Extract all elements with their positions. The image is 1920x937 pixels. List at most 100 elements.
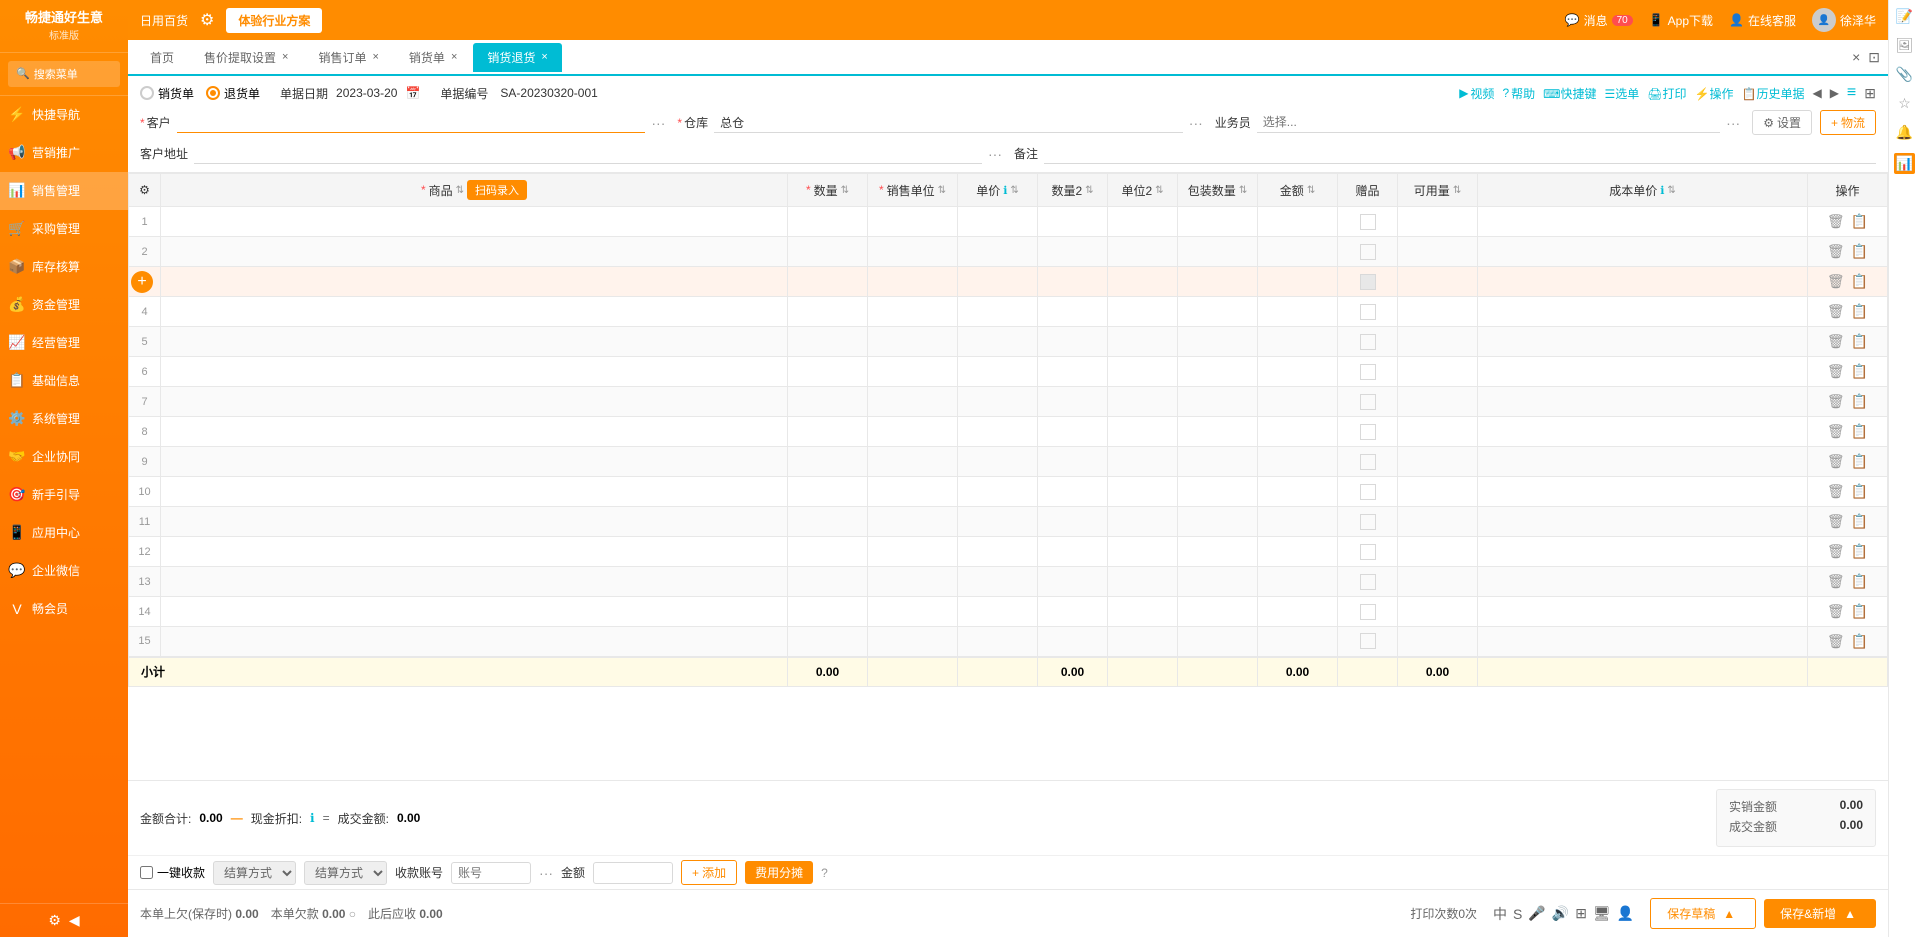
ime-icon[interactable]: 中 xyxy=(1493,904,1507,924)
product-sort-icon[interactable]: ⇅ xyxy=(456,185,464,196)
discount-info-icon[interactable]: ℹ xyxy=(310,811,315,825)
quantity2-cell[interactable] xyxy=(1038,447,1108,477)
video-link[interactable]: ▶视频 xyxy=(1459,85,1494,102)
amount-sort-icon[interactable]: ⇅ xyxy=(1307,185,1315,196)
sales-unit-cell[interactable] xyxy=(868,597,958,627)
gift-checkbox[interactable] xyxy=(1360,364,1376,380)
tab-price-setting[interactable]: 售价提取设置 × xyxy=(190,43,302,72)
salesperson-picker-icon[interactable]: ··· xyxy=(1726,115,1740,131)
product-input[interactable] xyxy=(167,274,781,289)
product-cell[interactable] xyxy=(161,387,788,417)
quantity2-cell[interactable] xyxy=(1038,207,1108,237)
sales-unit-cell[interactable] xyxy=(868,207,958,237)
quantity2-cell[interactable] xyxy=(1038,627,1108,657)
gift-checkbox[interactable] xyxy=(1360,334,1376,350)
sidebar-item-marketing[interactable]: 📢 营销推广 xyxy=(0,134,128,172)
available-cell[interactable] xyxy=(1398,327,1478,357)
save-new-button[interactable]: 保存&新增 ▲ xyxy=(1764,899,1876,928)
shortcuts-link[interactable]: ⌨快捷键 xyxy=(1543,85,1596,102)
unit2-cell[interactable] xyxy=(1108,237,1178,267)
cost-price-cell[interactable] xyxy=(1478,237,1808,267)
delete-row-button[interactable]: 🗑 xyxy=(1827,333,1845,350)
amount-cell[interactable] xyxy=(1258,417,1338,447)
sidebar-item-finance[interactable]: 💰 资金管理 xyxy=(0,286,128,324)
quantity2-sort-icon[interactable]: ⇅ xyxy=(1085,185,1093,196)
tab-price-setting-close[interactable]: × xyxy=(282,51,288,63)
sales-unit-cell[interactable] xyxy=(868,507,958,537)
amount-input[interactable] xyxy=(593,862,673,884)
quantity2-cell[interactable] xyxy=(1038,417,1108,447)
quantity-cell[interactable] xyxy=(788,207,868,237)
unit-price-cell[interactable] xyxy=(958,417,1038,447)
package-qty-cell[interactable] xyxy=(1178,297,1258,327)
sales-unit-cell[interactable] xyxy=(868,297,958,327)
gift-checkbox[interactable] xyxy=(1360,484,1376,500)
unit-price-cell[interactable] xyxy=(958,327,1038,357)
package-qty-cell[interactable] xyxy=(1178,627,1258,657)
product-cell[interactable] xyxy=(161,237,788,267)
delete-row-button[interactable]: 🗑 xyxy=(1827,273,1845,290)
save-new-chevron[interactable]: ▲ xyxy=(1840,907,1860,921)
cost-price-sort-icon[interactable]: ⇅ xyxy=(1667,185,1675,196)
unit2-cell[interactable] xyxy=(1108,297,1178,327)
cost-price-cell[interactable] xyxy=(1478,327,1808,357)
active-available-cell[interactable] xyxy=(1398,267,1478,297)
unit2-cell[interactable] xyxy=(1108,477,1178,507)
package-qty-cell[interactable] xyxy=(1178,357,1258,387)
notification-item[interactable]: 💬 消息 70 xyxy=(1565,12,1633,29)
active-package-qty-cell[interactable] xyxy=(1178,267,1258,297)
package-qty-cell[interactable] xyxy=(1178,237,1258,267)
unit2-cell[interactable] xyxy=(1108,597,1178,627)
radio-delivery[interactable]: 销货单 xyxy=(140,85,194,102)
product-cell[interactable] xyxy=(161,327,788,357)
unit-price-cell[interactable] xyxy=(958,477,1038,507)
sidebar-search-button[interactable]: 🔍 搜索菜单 xyxy=(8,61,120,87)
amount-cell[interactable] xyxy=(1258,207,1338,237)
sales-unit-sort-icon[interactable]: ⇅ xyxy=(938,185,946,196)
cost-price-cell[interactable] xyxy=(1478,387,1808,417)
monitor-icon[interactable]: 🖥 xyxy=(1593,905,1611,922)
delete-row-button[interactable]: 🗑 xyxy=(1827,363,1845,380)
copy-row-button[interactable]: 📋 xyxy=(1851,573,1868,590)
amount-cell[interactable] xyxy=(1258,357,1338,387)
quantity-cell[interactable] xyxy=(788,447,868,477)
add-button[interactable]: + 添加 xyxy=(681,860,737,885)
one-click-checkbox[interactable] xyxy=(140,866,153,879)
quantity-cell[interactable] xyxy=(788,567,868,597)
tab-sales-order[interactable]: 销售订单 × xyxy=(304,43,392,72)
package-qty-cell[interactable] xyxy=(1178,597,1258,627)
gift-checkbox[interactable] xyxy=(1360,454,1376,470)
sidebar-collapse-icon[interactable]: ◀ xyxy=(69,912,80,929)
quantity2-cell[interactable] xyxy=(1038,567,1108,597)
available-cell[interactable] xyxy=(1398,597,1478,627)
sales-unit-cell[interactable] xyxy=(868,357,958,387)
delete-row-button[interactable]: 🗑 xyxy=(1827,453,1845,470)
cost-price-cell[interactable] xyxy=(1478,627,1808,657)
copy-row-button[interactable]: 📋 xyxy=(1851,333,1868,350)
copy-row-button[interactable]: 📋 xyxy=(1851,303,1868,320)
delete-row-button[interactable]: 🗑 xyxy=(1827,213,1845,230)
quantity-cell[interactable] xyxy=(788,327,868,357)
quantity2-cell[interactable] xyxy=(1038,237,1108,267)
quantity2-cell[interactable] xyxy=(1038,297,1108,327)
tab-sales-delivery-close[interactable]: × xyxy=(451,51,457,63)
copy-row-button[interactable]: 📋 xyxy=(1851,483,1868,500)
copy-row-button[interactable]: 📋 xyxy=(1851,603,1868,620)
copy-row-button[interactable]: 📋 xyxy=(1851,423,1868,440)
gift-checkbox[interactable] xyxy=(1360,244,1376,260)
delete-row-button[interactable]: 🗑 xyxy=(1827,603,1845,620)
product-cell[interactable] xyxy=(161,477,788,507)
unit2-cell[interactable] xyxy=(1108,417,1178,447)
package-qty-cell[interactable] xyxy=(1178,417,1258,447)
package-qty-cell[interactable] xyxy=(1178,207,1258,237)
cost-price-cell[interactable] xyxy=(1478,597,1808,627)
calculate-method-select[interactable]: 结算方式 xyxy=(304,861,387,885)
tab-sales-return[interactable]: 销货退货 × xyxy=(473,43,561,72)
amount-cell[interactable] xyxy=(1258,387,1338,417)
cost-price-cell[interactable] xyxy=(1478,357,1808,387)
address-input[interactable] xyxy=(194,143,982,164)
amount-cell[interactable] xyxy=(1258,447,1338,477)
sidebar-item-enterprise[interactable]: 🤝 企业协同 xyxy=(0,438,128,476)
copy-row-button[interactable]: 📋 xyxy=(1851,273,1868,290)
package-qty-cell[interactable] xyxy=(1178,327,1258,357)
